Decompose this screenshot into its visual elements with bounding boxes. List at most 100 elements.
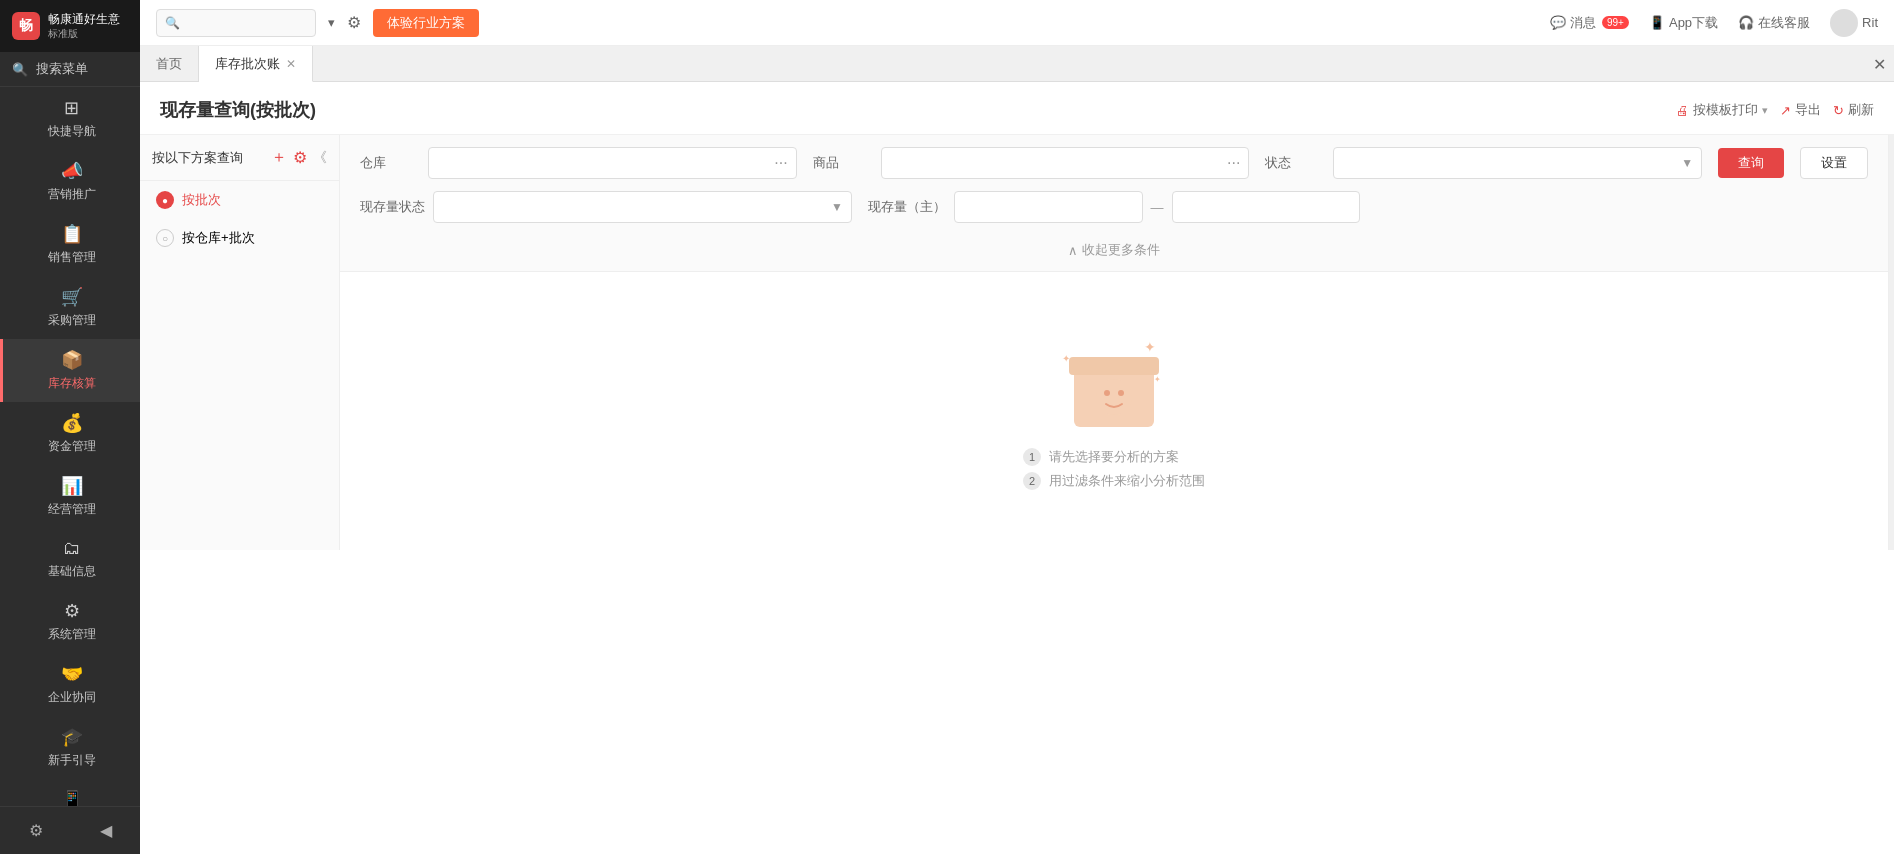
left-panel-title: 按以下方案查询	[152, 149, 243, 167]
sidebar-item-basic[interactable]: 🗂 基础信息	[0, 528, 140, 590]
filter-stock-status: 现存量状态 ▼	[360, 191, 852, 223]
topbar-dropdown-btn[interactable]: ▾	[328, 15, 335, 30]
refresh-icon: ↻	[1833, 103, 1844, 118]
resize-handle[interactable]	[1888, 135, 1894, 550]
export-label: 导出	[1795, 101, 1821, 119]
refresh-btn[interactable]: ↻ 刷新	[1833, 101, 1874, 119]
sidebar-item-purchase[interactable]: 🛒 采购管理	[0, 276, 140, 339]
scheme-active-indicator: ●	[156, 191, 174, 209]
sidebar-item-sales[interactable]: 📋 销售管理	[0, 213, 140, 276]
headset-icon: 🎧	[1738, 15, 1754, 30]
online-service-label: 在线客服	[1758, 14, 1810, 32]
sidebar-item-apps[interactable]: 📱 应用中心	[0, 779, 140, 806]
sidebar-item-label: 营销推广	[48, 186, 96, 203]
sidebar-item-system[interactable]: ⚙ 系统管理	[0, 590, 140, 653]
stock-status-label: 现存量状态	[360, 198, 425, 216]
stock-status-select[interactable]: ▼	[433, 191, 852, 223]
page-title: 现存量查询(按批次)	[160, 98, 316, 122]
svg-text:✦: ✦	[1144, 339, 1156, 355]
stock-qty-range: —	[954, 191, 1360, 223]
export-icon: ↗	[1780, 103, 1791, 118]
collapse-conditions-btn[interactable]: ∧ 收起更多条件	[360, 235, 1868, 259]
filter-row-1: 仓库 ··· 商品 ···	[360, 147, 1868, 179]
sidebar-item-inventory[interactable]: 📦 库存核算	[0, 339, 140, 402]
user-name: Rit	[1862, 15, 1878, 30]
page-actions: 🖨 按模板打印 ▾ ↗ 导出 ↻ 刷新	[1676, 101, 1874, 119]
sidebar-item-label: 新手引导	[48, 752, 96, 769]
warehouse-input[interactable]: ···	[428, 147, 797, 179]
query-btn[interactable]: 查询	[1718, 148, 1784, 178]
filter-row-2: 现存量状态 ▼ 现存量（主） —	[360, 191, 1868, 223]
sidebar-nav: ⊞ 快捷导航 📣 营销推广 📋 销售管理 🛒 采购管理 📦 库存核算 💰 资金管…	[0, 87, 140, 806]
stock-qty-max[interactable]	[1172, 191, 1361, 223]
page-header: 现存量查询(按批次) 🖨 按模板打印 ▾ ↗ 导出 ↻ 刷新	[140, 82, 1894, 135]
topbar-search-box[interactable]: 🔍	[156, 9, 316, 37]
collapse-label: 收起更多条件	[1082, 241, 1160, 259]
settings-btn[interactable]: 设置	[1800, 147, 1868, 179]
sidebar-item-guide[interactable]: 🎓 新手引导	[0, 716, 140, 779]
scheme-by-batch-label: 按批次	[182, 191, 221, 209]
empty-hint-1-text: 请先选择要分析的方案	[1049, 448, 1179, 466]
product-input[interactable]: ···	[881, 147, 1250, 179]
add-scheme-btn[interactable]: ＋	[271, 147, 287, 168]
filter-status: 状态 ▼	[1265, 147, 1702, 179]
manage-scheme-btn[interactable]: ⚙	[293, 148, 307, 167]
tab-batch-stock[interactable]: 库存批次账 ✕	[199, 46, 313, 82]
status-label: 状态	[1265, 154, 1325, 172]
sidebar-item-marketing[interactable]: 📣 营销推广	[0, 150, 140, 213]
collapse-sidebar-btn[interactable]: ◀	[92, 817, 120, 844]
sidebar-item-label: 快捷导航	[48, 123, 96, 140]
export-btn[interactable]: ↗ 导出	[1780, 101, 1821, 119]
warehouse-dots-btn[interactable]: ···	[774, 154, 787, 172]
basic-icon: 🗂	[63, 538, 81, 559]
sidebar-item-operations[interactable]: 📊 经营管理	[0, 465, 140, 528]
scheme-item-by-warehouse-batch[interactable]: ○ 按仓库+批次	[140, 219, 339, 257]
tab-home-label: 首页	[156, 55, 182, 73]
user-menu[interactable]: Rit	[1830, 9, 1878, 37]
search-icon: 🔍	[165, 16, 180, 30]
empty-hints: 1 请先选择要分析的方案 2 用过滤条件来缩小分析范围	[1023, 448, 1205, 490]
scheme-item-by-batch[interactable]: ● 按批次	[140, 181, 339, 219]
tab-close-btn[interactable]: ✕	[286, 57, 296, 71]
empty-hint-2-text: 用过滤条件来缩小分析范围	[1049, 472, 1205, 490]
tabs-bar: 首页 库存批次账 ✕ ✕	[140, 46, 1894, 82]
sidebar-item-enterprise[interactable]: 🤝 企业协同	[0, 653, 140, 716]
settings-btn[interactable]: ⚙	[21, 817, 51, 844]
print-btn[interactable]: 🖨 按模板打印 ▾	[1676, 101, 1768, 119]
sidebar-item-label: 资金管理	[48, 438, 96, 455]
refresh-label: 刷新	[1848, 101, 1874, 119]
app-download-btn[interactable]: 📱 App下载	[1649, 14, 1718, 32]
status-dropdown-icon: ▼	[1681, 156, 1693, 170]
app-logo: 畅	[12, 12, 40, 40]
shortcuts-icon: ⊞	[64, 97, 79, 119]
product-dots-btn[interactable]: ···	[1227, 154, 1240, 172]
filter-area: 仓库 ··· 商品 ···	[340, 135, 1888, 272]
close-all-tabs-btn[interactable]: ✕	[1873, 54, 1886, 73]
sidebar: 畅 畅康通好生意 标准版 🔍 搜索菜单 ⊞ 快捷导航 📣 营销推广 📋 销售管理…	[0, 0, 140, 854]
product-label: 商品	[813, 154, 873, 172]
left-panel-header: 按以下方案查询 ＋ ⚙ 《	[140, 135, 339, 181]
filter-warehouse: 仓库 ···	[360, 147, 797, 179]
sidebar-item-shortcuts[interactable]: ⊞ 快捷导航	[0, 87, 140, 150]
phone-icon: 📱	[1649, 15, 1665, 30]
empty-hint-1: 1 请先选择要分析的方案	[1023, 448, 1205, 466]
sidebar-item-label: 企业协同	[48, 689, 96, 706]
empty-state: ✦ ✦ ✦ 1 请先选择要分析的方案 2 用过滤条件来缩小分析范围	[340, 272, 1888, 550]
stock-qty-min[interactable]	[954, 191, 1143, 223]
topbar-gear-btn[interactable]: ⚙	[347, 13, 361, 32]
status-select[interactable]: ▼	[1333, 147, 1702, 179]
messages-label: 消息	[1570, 14, 1596, 32]
main-area: 🔍 ▾ ⚙ 体验行业方案 💬 消息 99+ 📱 App下载 🎧 在线客服	[140, 0, 1894, 854]
collapse-left-panel-btn[interactable]: 《	[313, 149, 327, 167]
sidebar-footer: ⚙ ◀	[0, 806, 140, 854]
filter-product: 商品 ···	[813, 147, 1250, 179]
sidebar-search[interactable]: 🔍 搜索菜单	[0, 52, 140, 87]
sidebar-item-finance[interactable]: 💰 资金管理	[0, 402, 140, 465]
marketing-icon: 📣	[61, 160, 83, 182]
tab-home[interactable]: 首页	[140, 46, 199, 82]
messages-btn[interactable]: 💬 消息 99+	[1550, 14, 1629, 32]
trial-btn[interactable]: 体验行业方案	[373, 9, 479, 37]
online-service-btn[interactable]: 🎧 在线客服	[1738, 14, 1810, 32]
message-icon: 💬	[1550, 15, 1566, 30]
scheme-inactive-indicator: ○	[156, 229, 174, 247]
